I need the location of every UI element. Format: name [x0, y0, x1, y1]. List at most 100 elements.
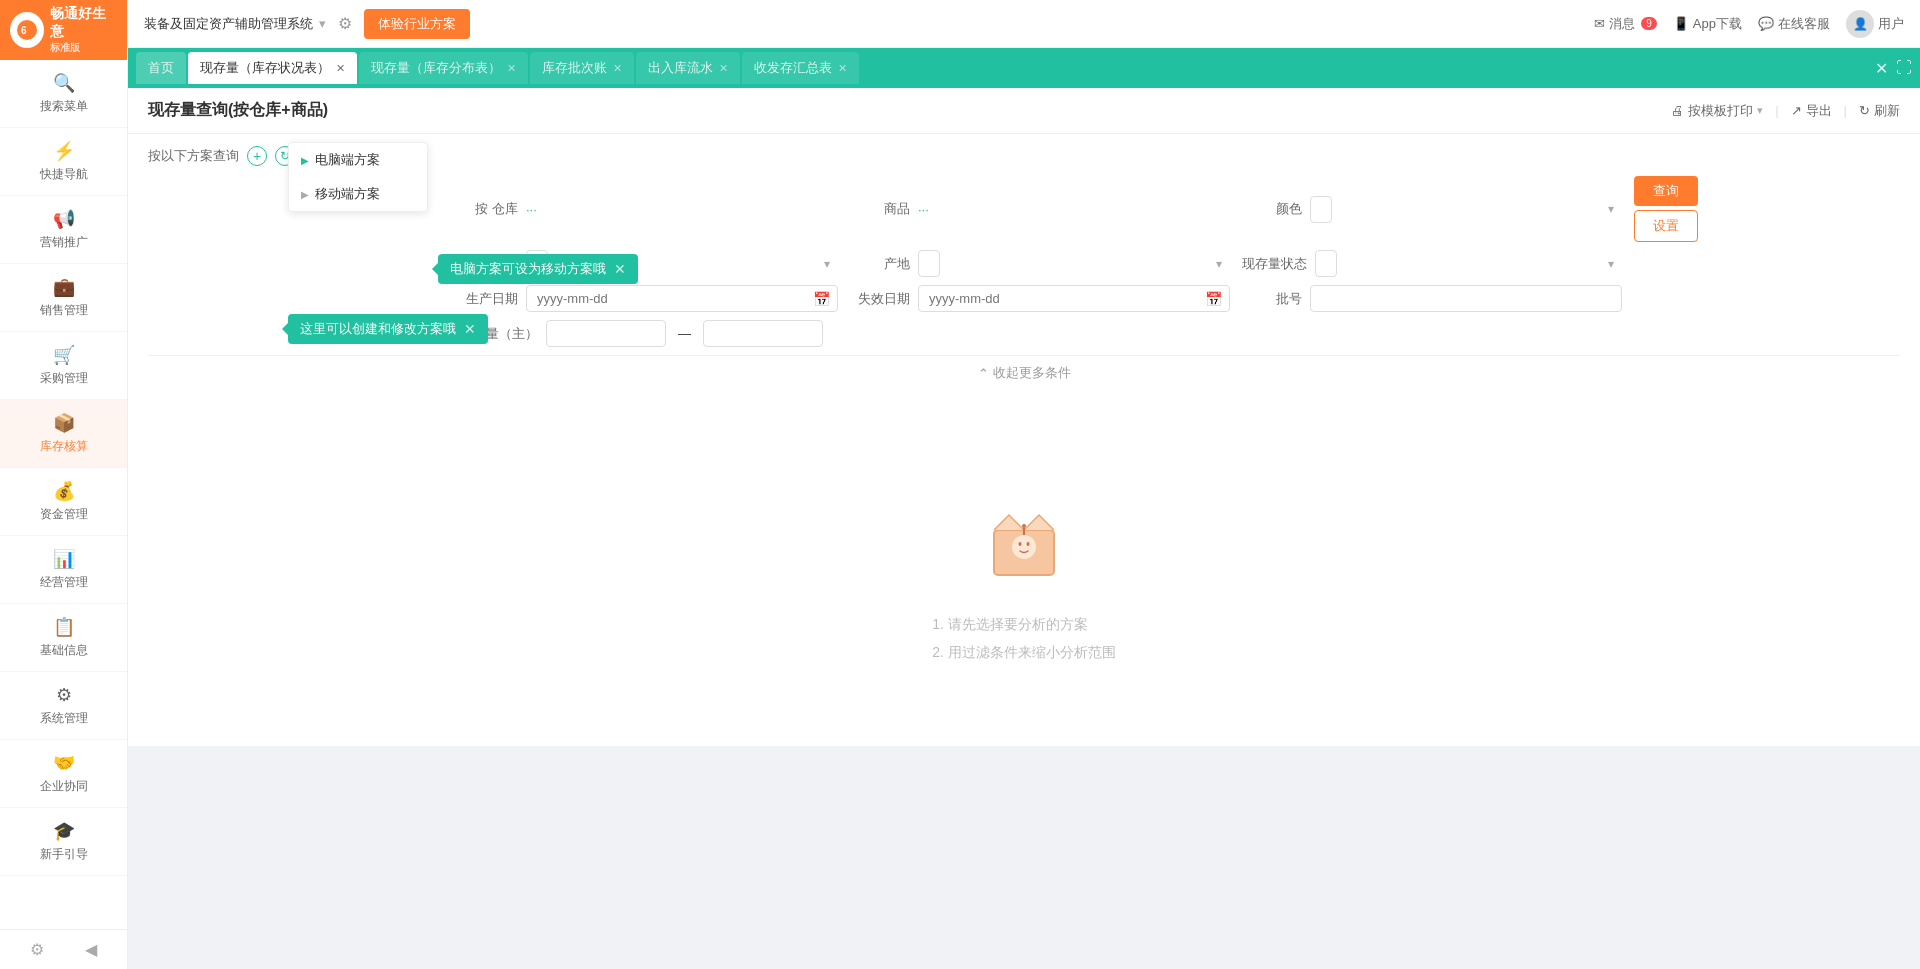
newbie-icon: 🎓 — [53, 820, 75, 842]
origin-label: 产地 — [850, 255, 910, 273]
operations-icon: 📊 — [53, 548, 75, 570]
topbar-system: 装备及固定资产辅助管理系统 ▾ — [144, 15, 326, 33]
action-divider-1: | — [1775, 103, 1778, 118]
sidebar-item-basic-info[interactable]: 📋 基础信息 — [0, 604, 127, 672]
sidebar-item-marketing[interactable]: 📢 营销推广 — [0, 196, 127, 264]
tab-batch-account-close[interactable]: ✕ — [613, 62, 622, 75]
app-download-btn[interactable]: 📱 App下载 — [1673, 15, 1742, 33]
print-dropdown-icon: ▾ — [1757, 104, 1763, 117]
filter-field-stock-qty: 现存量（主） — — [458, 320, 838, 347]
sidebar-collapse-btn[interactable]: ◀ — [85, 940, 97, 959]
tab-close-all-btn[interactable]: ✕ — [1875, 59, 1888, 78]
filter-row-4: 现存量（主） — — [458, 320, 1900, 347]
svg-point-5 — [1027, 542, 1030, 546]
empty-tip-2: 用过滤条件来缩小分析范围 — [932, 638, 1116, 666]
sidebar-item-quick-nav[interactable]: ⚡ 快捷导航 — [0, 128, 127, 196]
tab-fullscreen-btn[interactable]: ⛶ — [1896, 59, 1912, 77]
tab-received-summary[interactable]: 收发存汇总表 ✕ — [742, 52, 859, 84]
tab-home[interactable]: 首页 — [136, 52, 186, 84]
svg-point-4 — [1019, 542, 1022, 546]
sidebar-item-label: 资金管理 — [40, 506, 88, 523]
tab-inout-flow[interactable]: 出入库流水 ✕ — [636, 52, 740, 84]
filter-add-btn[interactable]: + — [247, 146, 267, 166]
color-select[interactable] — [1310, 196, 1332, 223]
refresh-label: 刷新 — [1874, 102, 1900, 120]
enterprise-icon: 🤝 — [53, 752, 75, 774]
topbar-settings-icon[interactable]: ⚙ — [338, 14, 352, 33]
tab-inventory-status-label: 现存量（库存状况表） — [200, 59, 330, 77]
filter-label: 按以下方案查询 — [148, 147, 239, 165]
sidebar-item-newbie[interactable]: 🎓 新手引导 — [0, 808, 127, 876]
collapse-bar[interactable]: ⌃ 收起更多条件 — [148, 355, 1900, 390]
logo-icon: 6 — [10, 12, 44, 48]
refresh-btn[interactable]: ↻ 刷新 — [1859, 102, 1900, 120]
tab-batch-account[interactable]: 库存批次账 ✕ — [530, 52, 634, 84]
tooltip2-text: 这里可以创建和修改方案哦 — [300, 320, 456, 338]
sidebar-item-inventory[interactable]: 📦 库存核算 — [0, 400, 127, 468]
sidebar-settings-btn[interactable]: ⚙ — [30, 940, 44, 959]
stock-qty-max-input[interactable] — [703, 320, 823, 347]
topbar-left: 装备及固定资产辅助管理系统 ▾ ⚙ 体验行业方案 — [144, 9, 470, 39]
sidebar-item-finance[interactable]: 💰 资金管理 — [0, 468, 127, 536]
stock-qty-min-input[interactable] — [546, 320, 666, 347]
user-label: 用户 — [1878, 15, 1904, 33]
search-btn[interactable]: 查询 — [1634, 176, 1698, 206]
origin-select[interactable] — [918, 250, 940, 277]
quick-nav-icon: ⚡ — [53, 140, 75, 162]
sidebar-item-search[interactable]: 🔍 搜索菜单 — [0, 60, 127, 128]
tab-inventory-dist-close[interactable]: ✕ — [507, 62, 516, 75]
tab-inventory-status-close[interactable]: ✕ — [336, 62, 345, 75]
topbar-right: ✉ 消息 9 📱 App下载 💬 在线客服 👤 用户 — [1594, 10, 1904, 38]
filter-rows: 按 仓库 ··· 商品 ··· 颜色 — [458, 176, 1900, 355]
tab-inventory-status[interactable]: 现存量（库存状况表） ✕ — [188, 52, 357, 84]
svg-point-0 — [17, 20, 37, 40]
export-btn[interactable]: ↗ 导出 — [1791, 102, 1832, 120]
print-label: 按模板打印 — [1688, 102, 1753, 120]
purchase-icon: 🛒 — [53, 344, 75, 366]
sidebar-item-label: 库存核算 — [40, 438, 88, 455]
sidebar-item-sales[interactable]: 💼 销售管理 — [0, 264, 127, 332]
svg-text:6: 6 — [21, 25, 27, 36]
empty-state: 请先选择要分析的方案 用过滤条件来缩小分析范围 — [128, 410, 1920, 746]
print-btn[interactable]: 🖨 按模板打印 ▾ — [1671, 102, 1763, 120]
tab-inventory-dist[interactable]: 现存量（库存分布表） ✕ — [359, 52, 528, 84]
tab-inout-flow-close[interactable]: ✕ — [719, 62, 728, 75]
scheme-item-desktop[interactable]: ▶ 电脑端方案 — [289, 143, 427, 177]
batch-no-input[interactable] — [1310, 285, 1622, 312]
expire-date-input[interactable] — [918, 285, 1230, 312]
scheme-arrow-desktop: ▶ — [301, 155, 309, 166]
scheme-item-mobile[interactable]: ▶ 移动端方案 — [289, 177, 427, 211]
notification-btn[interactable]: ✉ 消息 9 — [1594, 15, 1657, 33]
tab-batch-account-label: 库存批次账 — [542, 59, 607, 77]
empty-tip-1: 请先选择要分析的方案 — [932, 610, 1116, 638]
stock-status-select-wrap — [1315, 250, 1622, 277]
tooltip2-close-btn[interactable]: ✕ — [464, 321, 476, 337]
warehouse-more-icon[interactable]: ··· — [526, 202, 537, 217]
goods-more-icon[interactable]: ··· — [918, 202, 929, 217]
sidebar-nav: 🔍 搜索菜单 ⚡ 快捷导航 📢 营销推广 💼 销售管理 🛒 采购管理 📦 库存核… — [0, 60, 127, 929]
page-actions: 🖨 按模板打印 ▾ | ↗ 导出 | ↻ 刷新 — [1671, 102, 1900, 120]
prod-date-input[interactable] — [526, 285, 838, 312]
tooltip1-text: 电脑方案可设为移动方案哦 — [450, 260, 606, 278]
sidebar-item-enterprise[interactable]: 🤝 企业协同 — [0, 740, 127, 808]
logo-badge: 标准版 — [50, 41, 117, 55]
sidebar-item-operations[interactable]: 📊 经营管理 — [0, 536, 127, 604]
filter-field-warehouse: 按 仓库 ··· — [458, 200, 838, 218]
tooltip1-close-btn[interactable]: ✕ — [614, 261, 626, 277]
reset-btn[interactable]: 设置 — [1634, 210, 1698, 242]
empty-icon — [974, 490, 1074, 590]
online-support-btn[interactable]: 💬 在线客服 — [1758, 15, 1830, 33]
system-icon: ⚙ — [56, 684, 72, 706]
tab-received-summary-close[interactable]: ✕ — [838, 62, 847, 75]
scheme-list: ▶ 电脑端方案 ▶ 移动端方案 — [288, 142, 428, 212]
sidebar-item-purchase[interactable]: 🛒 采购管理 — [0, 332, 127, 400]
user-menu[interactable]: 👤 用户 — [1846, 10, 1904, 38]
prod-date-wrap: 📅 — [526, 285, 838, 312]
system-dropdown-icon[interactable]: ▾ — [319, 16, 326, 31]
experience-btn[interactable]: 体验行业方案 — [364, 9, 470, 39]
sidebar-item-system[interactable]: ⚙ 系统管理 — [0, 672, 127, 740]
stock-status-select[interactable] — [1315, 250, 1337, 277]
sidebar-item-label: 营销推广 — [40, 234, 88, 251]
expire-date-label: 失效日期 — [850, 290, 910, 308]
sidebar-item-label: 系统管理 — [40, 710, 88, 727]
